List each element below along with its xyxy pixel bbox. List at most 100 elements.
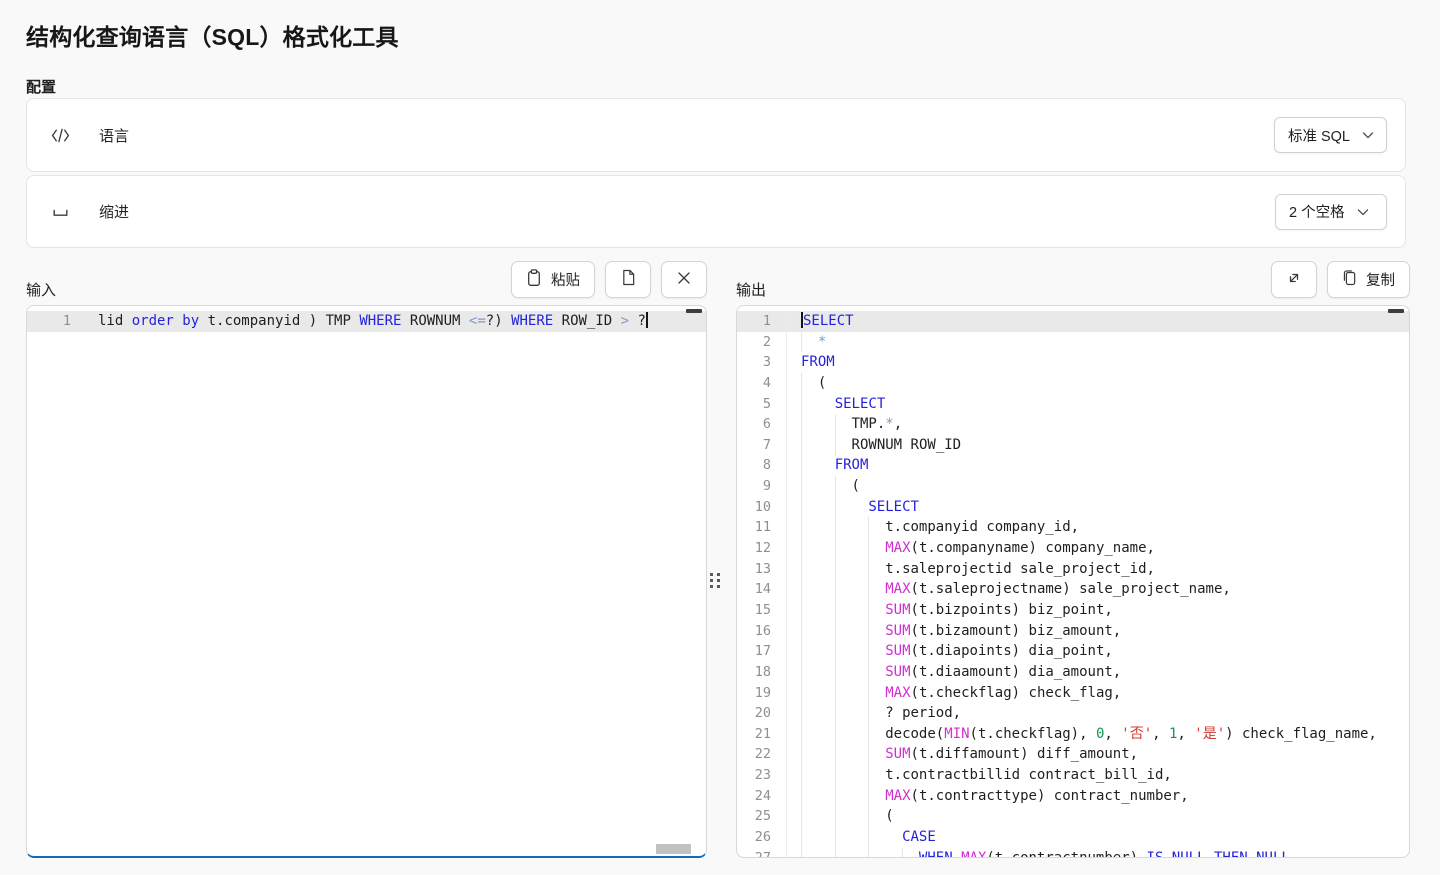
code-line[interactable]: 4 ( — [737, 373, 1409, 394]
sql-input-editor[interactable]: 1lid order by t.companyid ) TMP WHERE RO… — [26, 305, 707, 858]
input-label: 输入 — [26, 279, 56, 300]
line-number: 10 — [737, 497, 787, 518]
code-text: MAX(t.saleprojectname) sale_project_name… — [787, 579, 1231, 600]
paste-button[interactable]: 粘贴 — [511, 261, 595, 298]
code-line[interactable]: 26 CASE — [737, 827, 1409, 848]
line-number: 27 — [737, 848, 787, 858]
output-panel-header: 输出 复制 — [736, 259, 1410, 305]
input-panel-header: 输入 粘贴 — [26, 259, 707, 305]
code-line[interactable]: 12 MAX(t.companyname) company_name, — [737, 538, 1409, 559]
code-text: SUM(t.diffamount) diff_amount, — [787, 744, 1138, 765]
line-number: 9 — [737, 476, 787, 497]
expand-icon — [1286, 270, 1302, 290]
code-line[interactable]: 15 SUM(t.bizpoints) biz_point, — [737, 600, 1409, 621]
sql-output-editor[interactable]: 1SELECT2 *3FROM4 (5 SELECT6 TMP.*,7 ROWN… — [736, 305, 1410, 858]
code-line[interactable]: 7 ROWNUM ROW_ID — [737, 435, 1409, 456]
code-text: ( — [787, 476, 860, 497]
line-number: 3 — [737, 352, 787, 373]
code-text: SUM(t.diaamount) dia_amount, — [787, 662, 1121, 683]
code-line[interactable]: 1SELECT — [737, 311, 1409, 332]
line-number: 26 — [737, 827, 787, 848]
config-heading: 配置 — [26, 76, 56, 97]
clipboard-icon — [526, 269, 542, 291]
code-line[interactable]: 25 ( — [737, 806, 1409, 827]
code-line[interactable]: 16 SUM(t.bizamount) biz_amount, — [737, 621, 1409, 642]
line-number: 8 — [737, 455, 787, 476]
line-number: 7 — [737, 435, 787, 456]
code-text: SELECT — [787, 394, 885, 415]
code-line[interactable]: 13 t.saleprojectid sale_project_id, — [737, 559, 1409, 580]
code-line[interactable]: 20 ? period, — [737, 703, 1409, 724]
code-line[interactable]: 24 MAX(t.contracttype) contract_number, — [737, 786, 1409, 807]
code-text: t.saleprojectid sale_project_id, — [787, 559, 1155, 580]
line-number: 21 — [737, 724, 787, 745]
code-text: ? period, — [787, 703, 961, 724]
config-row-language: 语言 标准 SQL — [26, 98, 1406, 172]
scrollbar-thumb-horizontal[interactable] — [656, 844, 691, 854]
space-icon — [49, 202, 71, 222]
line-number: 6 — [737, 414, 787, 435]
code-line[interactable]: 9 ( — [737, 476, 1409, 497]
line-number: 11 — [737, 517, 787, 538]
indent-dropdown[interactable]: 2 个空格 — [1275, 194, 1387, 230]
code-line[interactable]: 27 WHEN MAX(t.contractnumber) IS NULL TH… — [737, 848, 1409, 858]
config-row-indent: 缩进 2 个空格 — [26, 175, 1406, 248]
line-number: 20 — [737, 703, 787, 724]
code-line[interactable]: 23 t.contractbillid contract_bill_id, — [737, 765, 1409, 786]
line-number: 24 — [737, 786, 787, 807]
line-number: 2 — [737, 332, 787, 353]
code-text: t.companyid company_id, — [787, 517, 1079, 538]
indent-dropdown-value: 2 个空格 — [1289, 201, 1345, 222]
indent-label: 缩进 — [99, 201, 129, 222]
line-number: 22 — [737, 744, 787, 765]
code-line[interactable]: 10 SELECT — [737, 497, 1409, 518]
code-line[interactable]: 6 TMP.*, — [737, 414, 1409, 435]
language-dropdown-value: 标准 SQL — [1288, 125, 1350, 146]
code-text: decode(MIN(t.checkflag), 0, '否', 1, '是')… — [787, 724, 1377, 745]
code-line[interactable]: 3FROM — [737, 352, 1409, 373]
copy-button[interactable]: 复制 — [1327, 261, 1410, 298]
code-line[interactable]: 19 MAX(t.checkflag) check_flag, — [737, 683, 1409, 704]
expand-button[interactable] — [1271, 261, 1317, 298]
line-number: 13 — [737, 559, 787, 580]
code-text: ( — [787, 806, 894, 827]
line-number: 18 — [737, 662, 787, 683]
code-text: SELECT — [787, 497, 919, 518]
code-text: SUM(t.bizpoints) biz_point, — [787, 600, 1113, 621]
code-text: SUM(t.bizamount) biz_amount, — [787, 621, 1121, 642]
clear-input-button[interactable] — [661, 261, 707, 298]
code-line[interactable]: 21 decode(MIN(t.checkflag), 0, '否', 1, '… — [737, 724, 1409, 745]
code-text: SUM(t.diapoints) dia_point, — [787, 641, 1113, 662]
code-text: FROM — [787, 455, 868, 476]
code-line[interactable]: 11 t.companyid company_id, — [737, 517, 1409, 538]
copy-icon — [1342, 269, 1357, 290]
code-line[interactable]: 14 MAX(t.saleprojectname) sale_project_n… — [737, 579, 1409, 600]
output-label: 输出 — [736, 279, 766, 300]
page-title: 结构化查询语言（SQL）格式化工具 — [26, 18, 399, 52]
close-icon — [677, 271, 691, 289]
code-text: lid order by t.companyid ) TMP WHERE ROW… — [85, 311, 648, 332]
code-text: ROWNUM ROW_ID — [787, 435, 961, 456]
panel-resize-handle[interactable] — [710, 573, 720, 588]
code-text: FROM — [787, 352, 835, 373]
new-document-button[interactable] — [605, 261, 651, 298]
line-number: 1 — [737, 311, 787, 332]
line-number: 16 — [737, 621, 787, 642]
document-icon — [621, 269, 636, 290]
code-line[interactable]: 18 SUM(t.diaamount) dia_amount, — [737, 662, 1409, 683]
chevron-down-icon — [1362, 127, 1374, 143]
code-line[interactable]: 1lid order by t.companyid ) TMP WHERE RO… — [27, 311, 706, 332]
line-number: 1 — [27, 311, 85, 332]
language-dropdown[interactable]: 标准 SQL — [1274, 117, 1387, 153]
line-number: 14 — [737, 579, 787, 600]
code-line[interactable]: 22 SUM(t.diffamount) diff_amount, — [737, 744, 1409, 765]
scrollbar-thumb-vertical[interactable] — [1388, 309, 1404, 313]
code-text: t.contractbillid contract_bill_id, — [787, 765, 1172, 786]
code-line[interactable]: 2 * — [737, 332, 1409, 353]
code-line[interactable]: 8 FROM — [737, 455, 1409, 476]
code-text: MAX(t.companyname) company_name, — [787, 538, 1155, 559]
scrollbar-thumb-vertical[interactable] — [686, 309, 702, 313]
code-line[interactable]: 17 SUM(t.diapoints) dia_point, — [737, 641, 1409, 662]
code-text: * — [787, 332, 826, 353]
code-line[interactable]: 5 SELECT — [737, 394, 1409, 415]
